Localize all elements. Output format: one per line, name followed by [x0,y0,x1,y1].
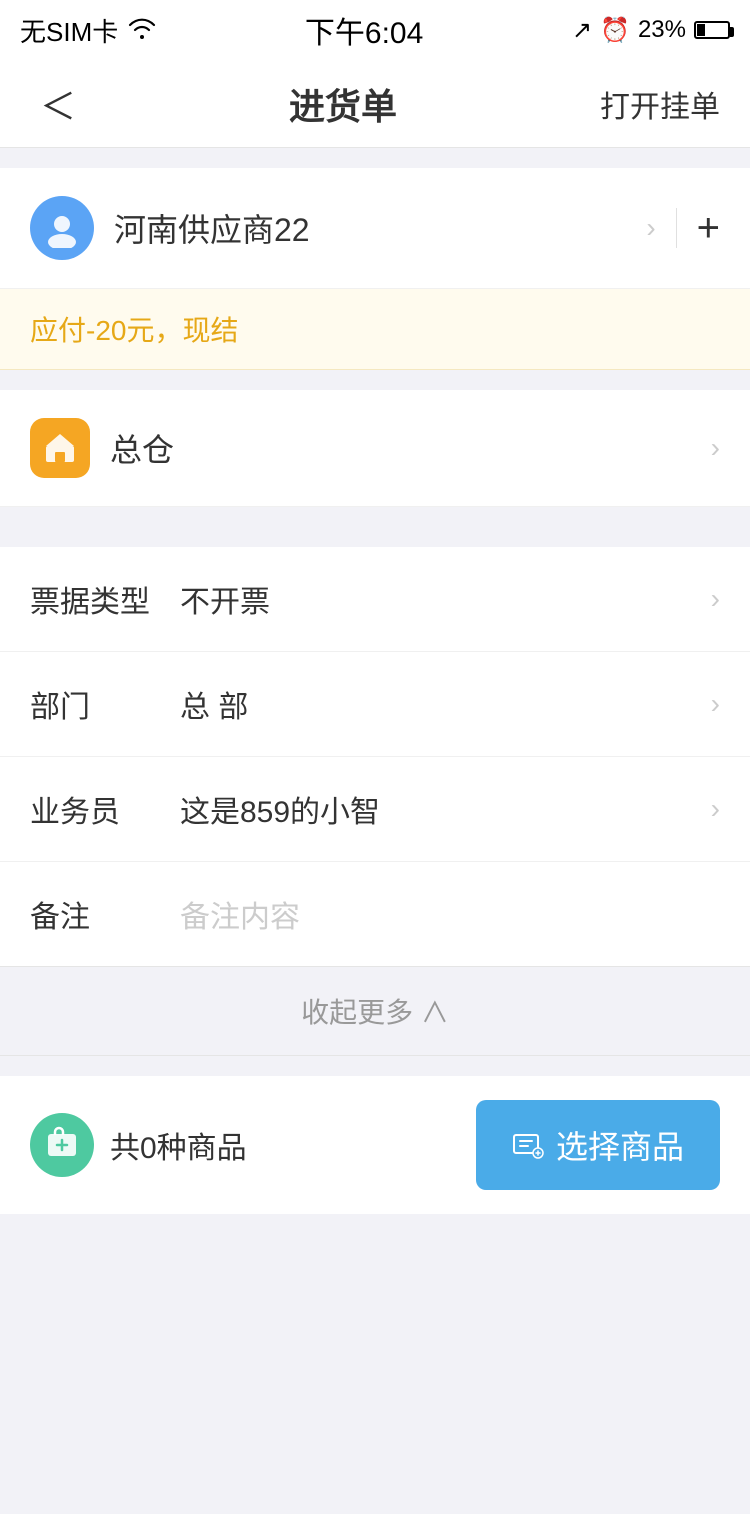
invoice-label: 票据类型 [30,577,150,621]
product-count-text: 共0种商品 [110,1123,247,1167]
collapse-bar: 收起更多 ∧ [0,966,750,1056]
sales-value: 这是859的小智 [180,787,701,831]
supplier-row[interactable]: 河南供应商22 › + [0,168,750,289]
remark-row[interactable]: 备注 备注内容 [0,862,750,966]
bottom-bar: 共0种商品 选择商品 [0,1076,750,1214]
warehouse-icon [30,418,90,478]
location-icon: ↗ [572,16,592,45]
open-pending-button[interactable]: 打开挂单 [600,82,720,126]
supplier-add-button[interactable]: + [697,206,720,251]
battery-icon [694,21,730,39]
dept-label: 部门 [30,682,150,726]
remark-label: 备注 [30,892,150,936]
supplier-chevron-icon: › [646,212,655,244]
back-button[interactable]: ＜ [30,68,86,140]
select-product-icon [512,1129,544,1161]
dept-row[interactable]: 部门 总 部 › [0,652,750,757]
supplier-name: 河南供应商22 [114,205,646,251]
remark-input[interactable]: 备注内容 [180,892,720,936]
sales-chevron-icon: › [711,793,720,825]
warehouse-chevron-icon: › [711,432,720,464]
section-divider-2 [0,370,750,390]
sales-label: 业务员 [30,787,150,831]
warehouse-card: 总仓 › [0,390,750,507]
status-bar-left: 无SIM卡 [20,12,156,49]
warehouse-name: 总仓 [110,425,701,471]
nav-bar: ＜ 进货单 打开挂单 [0,60,750,148]
sales-row[interactable]: 业务员 这是859的小智 › [0,757,750,862]
dept-chevron-icon: › [711,688,720,720]
product-count-icon [30,1113,94,1177]
section-divider-1 [0,148,750,168]
page-background [0,1214,750,1514]
select-product-button[interactable]: 选择商品 [476,1100,720,1190]
warehouse-row[interactable]: 总仓 › [0,390,750,507]
invoice-row[interactable]: 票据类型 不开票 › [0,547,750,652]
invoice-value: 不开票 [180,577,701,621]
supplier-divider [676,208,677,248]
dept-value: 总 部 [180,682,701,726]
battery-percent: 23% [638,16,686,44]
form-section: 票据类型 不开票 › 部门 总 部 › 业务员 这是859的小智 › 备注 备注… [0,547,750,966]
product-count-area: 共0种商品 [30,1113,247,1177]
notice-text: 应付-20元，现结 [30,315,238,346]
alarm-icon: ⏰ [600,16,630,45]
collapse-button[interactable]: 收起更多 ∧ [301,991,449,1031]
notice-bar: 应付-20元，现结 [0,289,750,370]
supplier-card: 河南供应商22 › + 应付-20元，现结 [0,168,750,370]
supplier-avatar [30,196,94,260]
select-product-label: 选择商品 [556,1122,684,1168]
status-bar: 无SIM卡 下午6:04 ↗ ⏰ 23% [0,0,750,60]
status-bar-time: 下午6:04 [305,8,423,52]
wifi-icon [128,15,156,46]
section-divider-3 [0,507,750,527]
carrier-text: 无SIM卡 [20,12,118,49]
status-bar-right: ↗ ⏰ 23% [572,16,730,45]
invoice-chevron-icon: › [711,583,720,615]
page-title: 进货单 [289,78,397,130]
